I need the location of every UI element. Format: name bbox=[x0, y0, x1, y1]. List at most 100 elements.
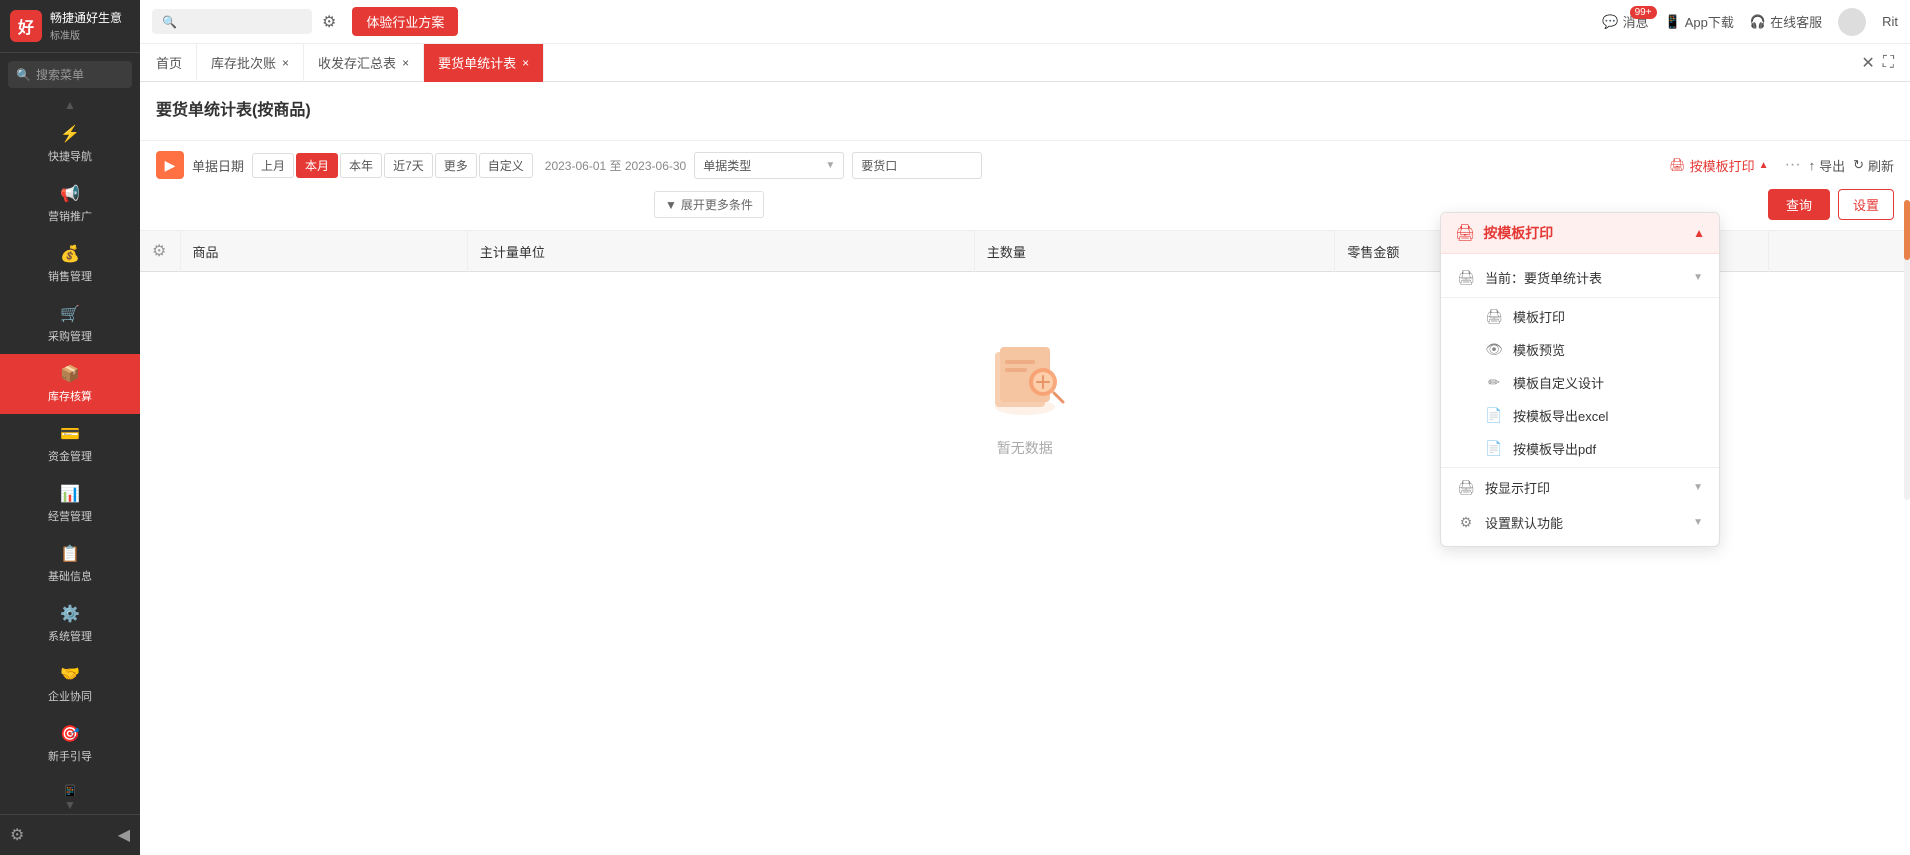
dropdown-item-display-print[interactable]: 🖨 按显示打印 ▼ bbox=[1441, 470, 1719, 505]
sidebar-item-system[interactable]: ⚙️ 系统管理 bbox=[0, 594, 140, 654]
sidebar-item-basic[interactable]: 📋 基础信息 bbox=[0, 534, 140, 594]
sidebar-scroll-up[interactable]: ▲ bbox=[0, 96, 140, 114]
right-scrollbar[interactable] bbox=[1904, 200, 1910, 500]
window-maximize-icon[interactable]: ⛶ bbox=[1883, 54, 1894, 72]
export-button[interactable]: ↑ 导出 bbox=[1809, 156, 1846, 175]
dropdown-item-template-preview[interactable]: 👁 模板预览 bbox=[1441, 333, 1719, 366]
col-qty-label: 主数量 bbox=[987, 245, 1026, 260]
sidebar-search-label: 搜索菜单 bbox=[36, 66, 84, 83]
topbar-search-text bbox=[182, 13, 230, 30]
fund-icon: 💳 bbox=[60, 424, 80, 444]
expand-more-label: 展开更多条件 bbox=[681, 196, 753, 213]
tab-receivable-summary-close[interactable]: × bbox=[402, 56, 409, 70]
quick-nav-icon: ⚡ bbox=[60, 124, 80, 144]
online-service-button[interactable]: 🎧 在线客服 bbox=[1750, 12, 1822, 31]
settings-button[interactable]: 设置 bbox=[1838, 189, 1894, 220]
yaohuo-filter[interactable]: 要货口 bbox=[852, 152, 982, 179]
date-btn-more[interactable]: 更多 bbox=[435, 153, 477, 178]
sidebar-item-label: 系统管理 bbox=[48, 628, 92, 644]
sidebar-search[interactable]: 🔍 搜索菜单 bbox=[8, 61, 132, 88]
sidebar-item-purchase[interactable]: 🛒 采购管理 bbox=[0, 294, 140, 354]
print-dropdown-header: 🖨 按模板打印 ▲ bbox=[1441, 213, 1719, 254]
export-label: 导出 bbox=[1819, 156, 1845, 175]
current-template-icon: 🖨 bbox=[1457, 269, 1475, 286]
display-print-label: 按显示打印 bbox=[1485, 478, 1683, 497]
topbar-gear-icon[interactable]: ⚙ bbox=[322, 12, 336, 32]
dropdown-item-set-default[interactable]: ⚙ 设置默认功能 ▼ bbox=[1441, 505, 1719, 540]
sidebar-item-label: 新手引导 bbox=[48, 748, 92, 764]
user-avatar[interactable] bbox=[1838, 8, 1866, 36]
print-dropdown-collapse-icon[interactable]: ▲ bbox=[1693, 226, 1705, 240]
refresh-button[interactable]: ↻ 刷新 bbox=[1853, 156, 1894, 175]
message-button[interactable]: 💬 消息 99+ bbox=[1602, 12, 1648, 31]
date-btn-last-month[interactable]: 上月 bbox=[252, 153, 294, 178]
export-pdf-icon: 📄 bbox=[1485, 440, 1503, 457]
print-template-button[interactable]: 🖨 按模板打印 ▲ bbox=[1661, 152, 1776, 179]
tab-order-stats-close[interactable]: × bbox=[522, 56, 529, 70]
export-excel-icon: 📄 bbox=[1485, 407, 1503, 424]
sidebar-item-quick-nav[interactable]: ⚡ 快捷导航 bbox=[0, 114, 140, 174]
date-btn-7days[interactable]: 近7天 bbox=[384, 153, 433, 178]
sidebar-item-sales[interactable]: 💰 销售管理 bbox=[0, 234, 140, 294]
divider-1 bbox=[1441, 297, 1719, 298]
sidebar-scroll-down[interactable]: ▼ bbox=[0, 796, 140, 814]
inventory-icon: 📦 bbox=[60, 364, 80, 384]
tab-home[interactable]: 首页 bbox=[150, 44, 197, 82]
dropdown-item-export-excel[interactable]: 📄 按模板导出excel bbox=[1441, 399, 1719, 432]
current-template-item[interactable]: 🖨 当前：要货单统计表 ▼ bbox=[1441, 260, 1719, 295]
order-type-select[interactable]: 单据类型 ▼ bbox=[694, 152, 844, 179]
service-icon: 🎧 bbox=[1750, 14, 1766, 30]
sidebar-item-enterprise[interactable]: 🤝 企业协同 bbox=[0, 654, 140, 714]
tab-inventory-batch[interactable]: 库存批次账 × bbox=[197, 44, 304, 82]
set-default-label: 设置默认功能 bbox=[1485, 513, 1683, 532]
col-qty-header: 主数量 bbox=[974, 231, 1335, 272]
window-controls: ✕ ⛶ bbox=[1861, 53, 1900, 73]
username[interactable]: Rit bbox=[1882, 14, 1898, 29]
print-arrow-icon: ▲ bbox=[1759, 160, 1769, 171]
sidebar-item-fund[interactable]: 💳 资金管理 bbox=[0, 414, 140, 474]
settings-icon[interactable]: ⚙ bbox=[10, 825, 24, 845]
topbar-search-icon: 🔍 bbox=[162, 15, 177, 29]
app-name: 畅捷通好生意 bbox=[50, 10, 122, 27]
filter-expand-button[interactable]: ▶ bbox=[156, 151, 184, 179]
date-btn-custom[interactable]: 自定义 bbox=[479, 153, 533, 178]
dropdown-item-template-print[interactable]: 🖨 模板打印 bbox=[1441, 300, 1719, 333]
table-settings-icon[interactable]: ⚙ bbox=[152, 243, 166, 260]
expand-more-button[interactable]: ▼ 展开更多条件 bbox=[654, 191, 764, 218]
app-logo-icon: 好 bbox=[10, 10, 42, 42]
topbar-search[interactable]: 🔍 bbox=[152, 9, 312, 34]
print-dropdown: 🖨 按模板打印 ▲ 🖨 当前：要货单统计表 ▼ 🖨 模板打印 bbox=[1440, 212, 1720, 547]
sales-icon: 💰 bbox=[60, 244, 80, 264]
app-download-button[interactable]: 📱 App下载 bbox=[1665, 12, 1734, 31]
export-pdf-label: 按模板导出pdf bbox=[1513, 439, 1596, 458]
window-close-icon[interactable]: ✕ bbox=[1861, 53, 1874, 73]
sidebar-item-inventory[interactable]: 📦 库存核算 bbox=[0, 354, 140, 414]
tab-receivable-summary[interactable]: 收发存汇总表 × bbox=[304, 44, 424, 82]
divider-2 bbox=[1441, 467, 1719, 468]
trial-button[interactable]: 体验行业方案 bbox=[352, 7, 458, 36]
order-type-label: 单据类型 bbox=[703, 157, 751, 174]
collapse-icon[interactable]: ◀ bbox=[118, 825, 130, 845]
marketing-icon: 📢 bbox=[60, 184, 80, 204]
template-custom-label: 模板自定义设计 bbox=[1513, 373, 1604, 392]
tab-inventory-batch-close[interactable]: × bbox=[282, 56, 289, 70]
expand-arrow-icon: ▶ bbox=[165, 157, 176, 174]
date-btn-this-year[interactable]: 本年 bbox=[340, 153, 382, 178]
more-options-icon[interactable]: ··· bbox=[1785, 156, 1801, 174]
sidebar-item-operations[interactable]: 📊 经营管理 bbox=[0, 474, 140, 534]
sidebar-item-apps[interactable]: 📱 应用中心 bbox=[0, 774, 140, 796]
dropdown-item-template-custom[interactable]: ✏ 模板自定义设计 bbox=[1441, 366, 1719, 399]
date-range-display: 2023-06-01 至 2023-06-30 bbox=[545, 157, 686, 174]
dropdown-item-export-pdf[interactable]: 📄 按模板导出pdf bbox=[1441, 432, 1719, 465]
refresh-label: 刷新 bbox=[1868, 156, 1894, 175]
tab-order-stats[interactable]: 要货单统计表 × bbox=[424, 44, 544, 82]
sidebar-nav: ⚡ 快捷导航 📢 营销推广 💰 销售管理 🛒 采购管理 📦 库存核算 💳 资金管… bbox=[0, 114, 140, 796]
enterprise-icon: 🤝 bbox=[60, 664, 80, 684]
query-button[interactable]: 查询 bbox=[1768, 189, 1830, 220]
col-settings-header[interactable]: ⚙ bbox=[140, 231, 180, 272]
set-default-arrow-icon: ▼ bbox=[1693, 517, 1703, 528]
sidebar-item-marketing[interactable]: 📢 营销推广 bbox=[0, 174, 140, 234]
sidebar-item-label: 资金管理 bbox=[48, 448, 92, 464]
sidebar-item-guide[interactable]: 🎯 新手引导 bbox=[0, 714, 140, 774]
date-btn-this-month[interactable]: 本月 bbox=[296, 153, 338, 178]
